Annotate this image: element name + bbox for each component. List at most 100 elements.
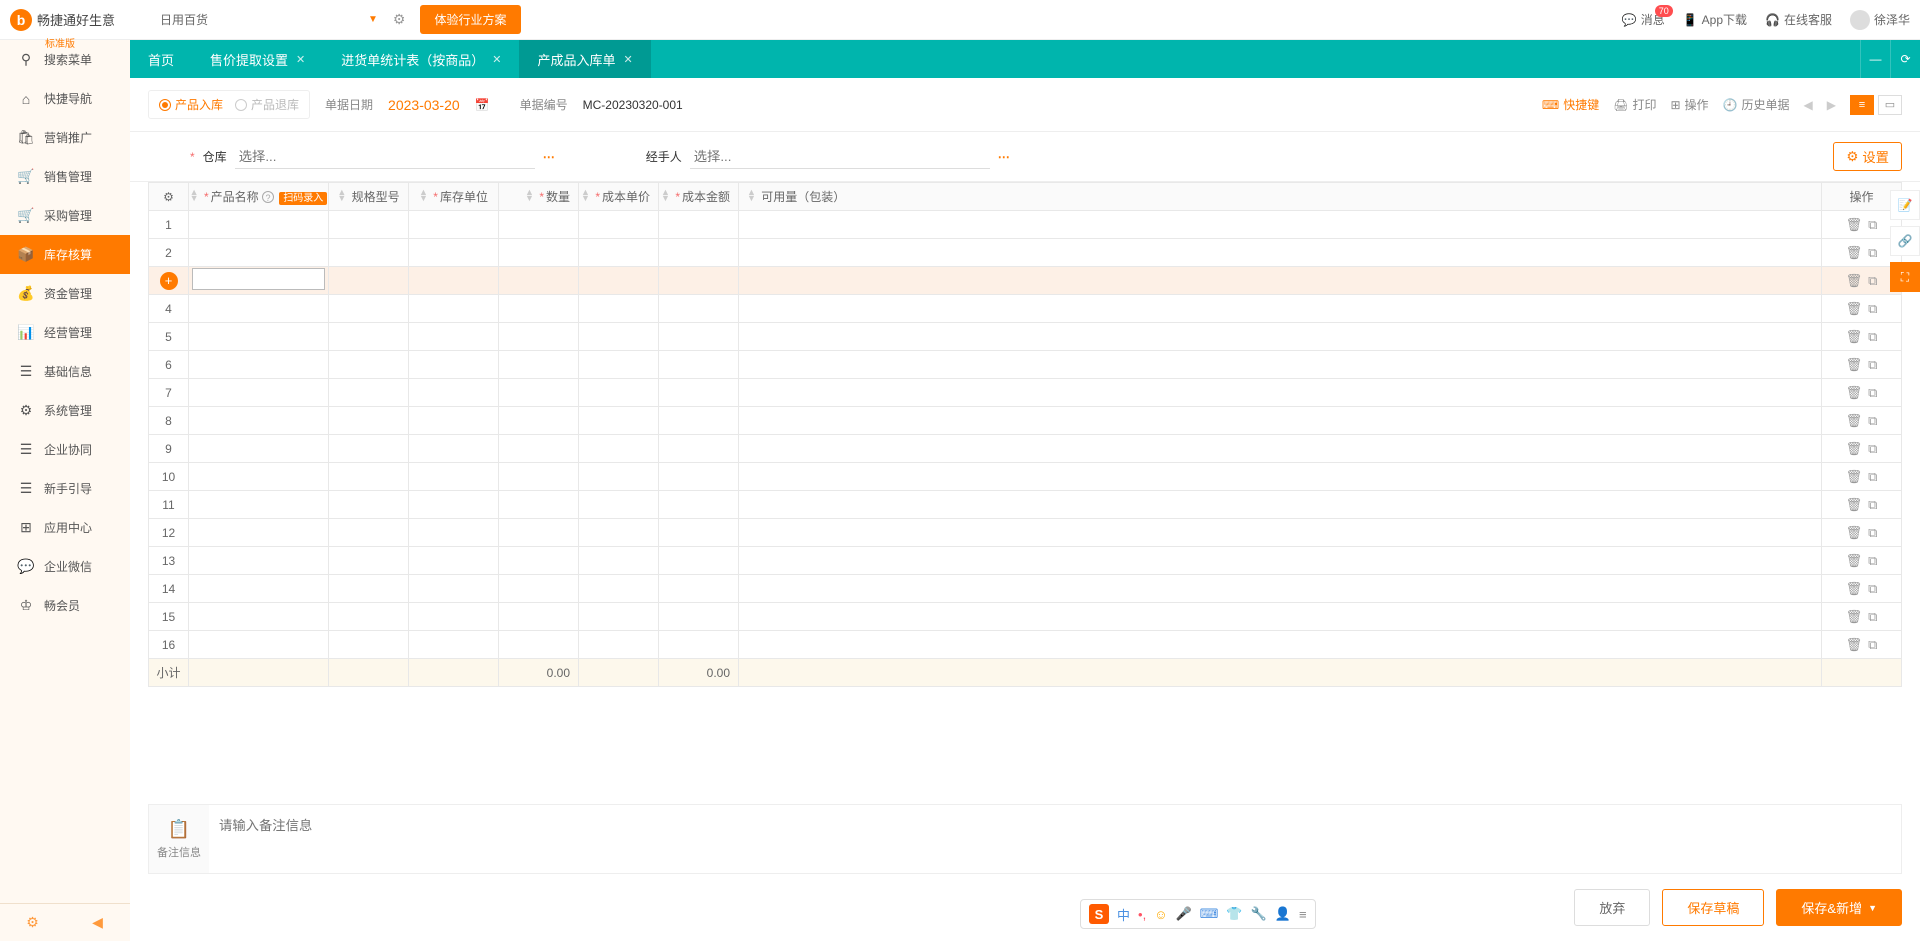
cell-unit[interactable]	[409, 435, 499, 463]
sidebar-item-1[interactable]: ⌂快捷导航	[0, 79, 130, 118]
delete-icon[interactable]: 🗑	[1846, 441, 1863, 456]
cell-amount[interactable]	[659, 379, 739, 407]
add-row-button[interactable]: +	[160, 272, 178, 290]
cell-qty[interactable]	[499, 211, 579, 239]
cell-spec[interactable]	[329, 211, 409, 239]
col-spec[interactable]: ▲▼ 规格型号	[329, 183, 409, 211]
warehouse-input[interactable]	[235, 145, 535, 169]
cell-price[interactable]	[579, 463, 659, 491]
cell-amount[interactable]	[659, 351, 739, 379]
cell-price[interactable]	[579, 631, 659, 659]
delete-icon[interactable]: 🗑	[1846, 273, 1863, 288]
ime-punct-icon[interactable]: •,	[1138, 907, 1146, 922]
cell-qty[interactable]	[499, 547, 579, 575]
cell-amount[interactable]	[659, 603, 739, 631]
sidebar-item-5[interactable]: 📦库存核算	[0, 235, 130, 274]
cell-available[interactable]	[739, 547, 1822, 575]
delete-icon[interactable]: 🗑	[1846, 245, 1863, 260]
copy-icon[interactable]: ⧉	[1868, 525, 1877, 540]
cell-available[interactable]	[739, 239, 1822, 267]
cell-amount[interactable]	[659, 491, 739, 519]
cell-amount[interactable]	[659, 575, 739, 603]
ime-emoji-icon[interactable]: ☺	[1154, 907, 1167, 922]
cell-name[interactable]	[189, 351, 329, 379]
discard-button[interactable]: 放弃	[1574, 889, 1650, 926]
cell-spec[interactable]	[329, 491, 409, 519]
cell-amount[interactable]	[659, 463, 739, 491]
cell-available[interactable]	[739, 463, 1822, 491]
cell-price[interactable]	[579, 211, 659, 239]
cell-spec[interactable]	[329, 267, 409, 295]
cell-unit[interactable]	[409, 603, 499, 631]
delete-icon[interactable]: 🗑	[1846, 609, 1863, 624]
cell-available[interactable]	[739, 379, 1822, 407]
cell-amount[interactable]	[659, 267, 739, 295]
copy-icon[interactable]: ⧉	[1868, 329, 1877, 344]
sidebar-item-11[interactable]: ☰新手引导	[0, 469, 130, 508]
cell-unit[interactable]	[409, 463, 499, 491]
cell-amount[interactable]	[659, 407, 739, 435]
cell-amount[interactable]	[659, 519, 739, 547]
shortcut-link[interactable]: ⌨ 快捷键	[1542, 96, 1599, 113]
sidebar-item-6[interactable]: 💰资金管理	[0, 274, 130, 313]
delete-icon[interactable]: 🗑	[1846, 217, 1863, 232]
cell-qty[interactable]	[499, 631, 579, 659]
product-name-input[interactable]	[192, 268, 324, 290]
cell-qty[interactable]	[499, 575, 579, 603]
cell-name[interactable]	[189, 603, 329, 631]
delete-icon[interactable]: 🗑	[1846, 413, 1863, 428]
cell-spec[interactable]	[329, 379, 409, 407]
table-row[interactable]: 16🗑⧉	[149, 631, 1902, 659]
table-row[interactable]: 7🗑⧉	[149, 379, 1902, 407]
cell-price[interactable]	[579, 575, 659, 603]
copy-icon[interactable]: ⧉	[1868, 553, 1877, 568]
cell-spec[interactable]	[329, 323, 409, 351]
tab-1[interactable]: 售价提取设置✕	[192, 40, 323, 78]
sidebar-item-9[interactable]: ⚙系统管理	[0, 391, 130, 430]
sidebar-item-4[interactable]: 🛒采购管理	[0, 196, 130, 235]
cell-available[interactable]	[739, 295, 1822, 323]
cell-name[interactable]	[189, 239, 329, 267]
tab-refresh-button[interactable]: ⟳	[1890, 40, 1920, 78]
copy-icon[interactable]: ⧉	[1868, 469, 1877, 484]
ime-bar[interactable]: S 中 •, ☺ 🎤 ⌨ 👕 🔧 👤 ≡	[1080, 899, 1316, 929]
sidebar-item-13[interactable]: 💬企业微信	[0, 547, 130, 586]
cell-name[interactable]	[189, 379, 329, 407]
ime-tool-icon[interactable]: 🔧	[1251, 906, 1267, 922]
delete-icon[interactable]: 🗑	[1846, 553, 1863, 568]
delete-icon[interactable]: 🗑	[1846, 525, 1863, 540]
cell-qty[interactable]	[499, 379, 579, 407]
cell-spec[interactable]	[329, 351, 409, 379]
cell-spec[interactable]	[329, 603, 409, 631]
close-icon[interactable]: ✕	[492, 53, 501, 66]
print-link[interactable]: 🖨 打印	[1613, 96, 1656, 113]
copy-icon[interactable]: ⧉	[1868, 413, 1877, 428]
copy-icon[interactable]: ⧉	[1868, 301, 1877, 316]
cell-spec[interactable]	[329, 575, 409, 603]
sidebar-item-2[interactable]: 🛍营销推广	[0, 118, 130, 157]
copy-icon[interactable]: ⧉	[1868, 273, 1877, 288]
ime-keyboard-icon[interactable]: ⌨	[1200, 906, 1219, 922]
cell-qty[interactable]	[499, 491, 579, 519]
cell-available[interactable]	[739, 267, 1822, 295]
table-row[interactable]: 14🗑⧉	[149, 575, 1902, 603]
col-product-name[interactable]: ▲▼ *产品名称 ? 扫码录入	[189, 183, 329, 211]
view-card-button[interactable]: ▭	[1878, 95, 1902, 115]
handler-more-icon[interactable]: ⋯	[998, 150, 1011, 164]
table-row[interactable]: 1🗑⧉	[149, 211, 1902, 239]
cell-amount[interactable]	[659, 631, 739, 659]
copy-icon[interactable]: ⧉	[1868, 217, 1877, 232]
cell-amount[interactable]	[659, 435, 739, 463]
cell-qty[interactable]	[499, 519, 579, 547]
cell-price[interactable]	[579, 603, 659, 631]
cell-unit[interactable]	[409, 519, 499, 547]
settings-button[interactable]: ⚙ 设置	[1833, 142, 1902, 171]
cell-available[interactable]	[739, 351, 1822, 379]
delete-icon[interactable]: 🗑	[1846, 329, 1863, 344]
cell-price[interactable]	[579, 267, 659, 295]
ime-skin-icon[interactable]: 👕	[1226, 906, 1242, 922]
table-row[interactable]: 15🗑⧉	[149, 603, 1902, 631]
cell-spec[interactable]	[329, 519, 409, 547]
table-row[interactable]: 12🗑⧉	[149, 519, 1902, 547]
table-row[interactable]: 11🗑⧉	[149, 491, 1902, 519]
